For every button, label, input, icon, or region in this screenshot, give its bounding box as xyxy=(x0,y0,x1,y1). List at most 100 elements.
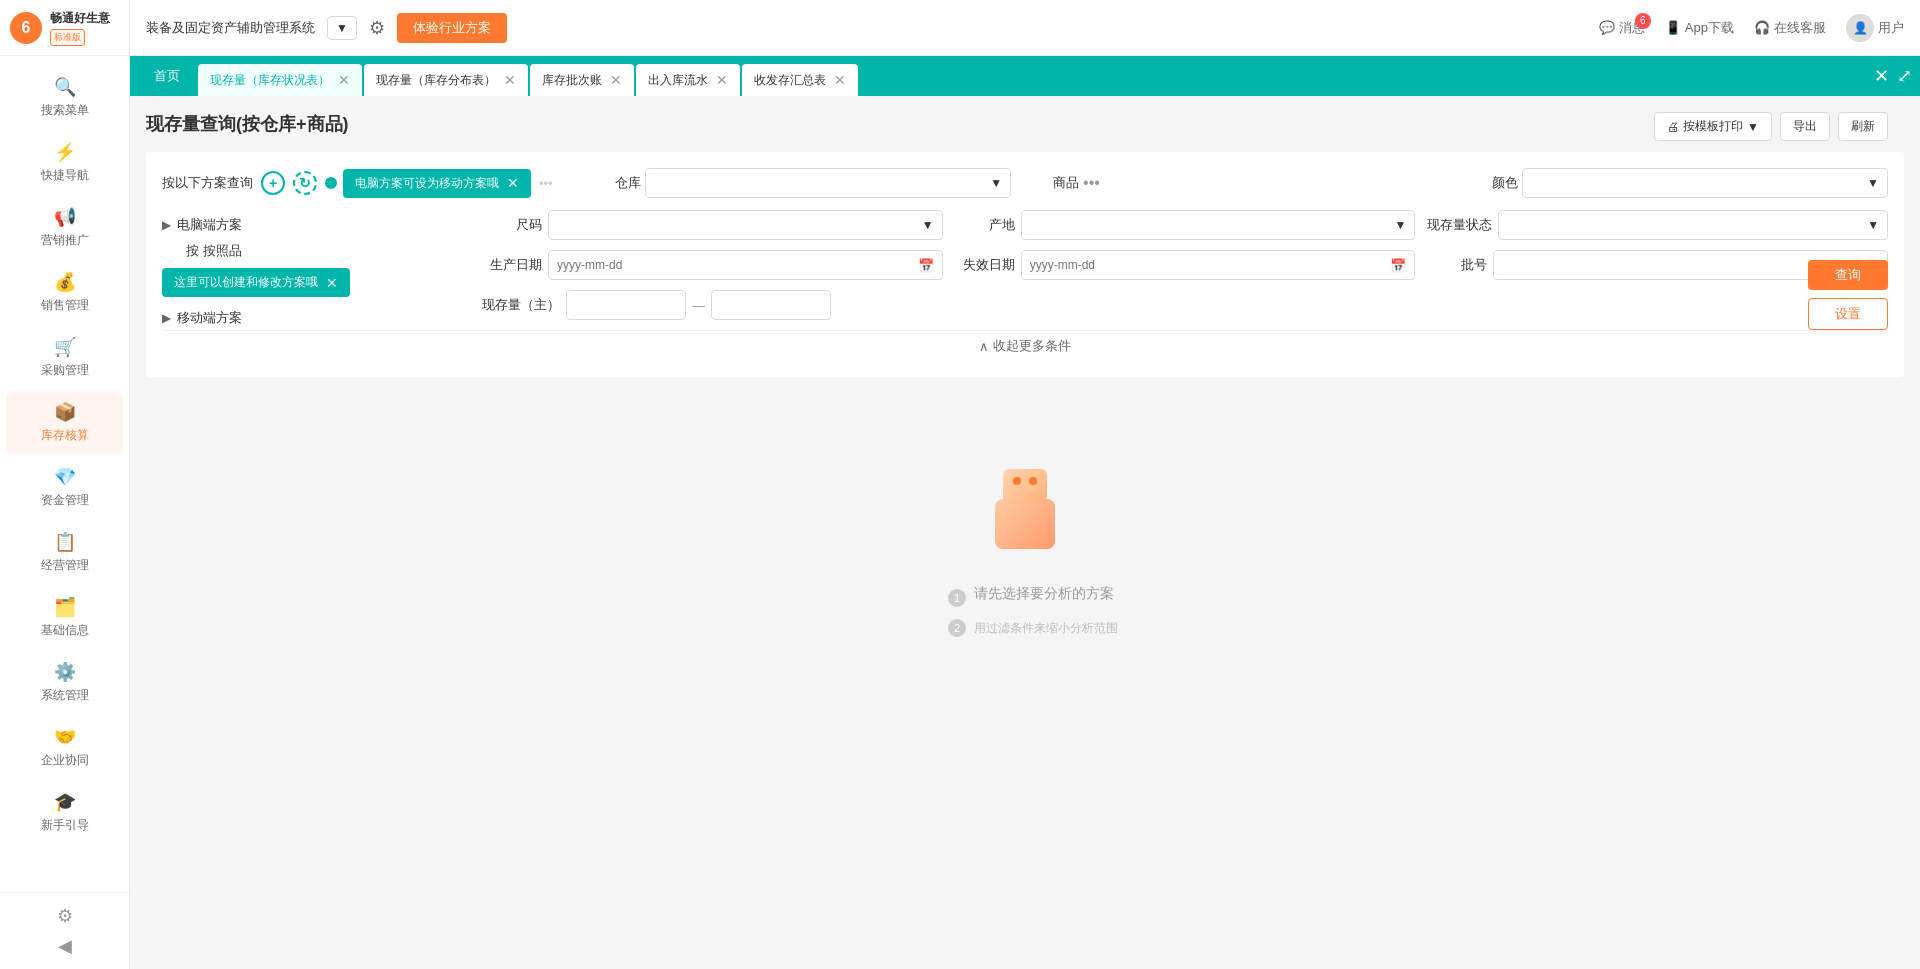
nav-label-operations: 经营管理 xyxy=(41,557,89,574)
tooltip2-box: 这里可以创建和修改方案哦 ✕ xyxy=(162,268,350,297)
production-date-field[interactable] xyxy=(557,258,914,272)
sidebar-item-marketing[interactable]: 📢营销推广 xyxy=(6,196,123,259)
tooltip2-close-btn[interactable]: ✕ xyxy=(326,275,338,291)
header-right: 💬 消息 6 📱 App下载 🎧 在线客服 👤 用户 xyxy=(1599,14,1904,42)
origin-select[interactable]: ▼ xyxy=(1021,210,1416,240)
robot-eye-right xyxy=(1029,477,1037,485)
hint-num-2: 2 xyxy=(948,619,966,637)
tab-现存量库存状况表[interactable]: 现存量（库存状况表）✕ xyxy=(198,64,362,96)
calendar-icon[interactable]: 📅 xyxy=(1390,258,1406,273)
calendar-icon[interactable]: 📅 xyxy=(918,258,934,273)
refresh-btn[interactable]: 刷新 xyxy=(1838,112,1888,141)
tooltip1-area: 电脑方案可设为移动方案哦 ✕ ••• xyxy=(343,169,553,198)
nav-label-purchase: 采购管理 xyxy=(41,362,89,379)
sidebar-item-enterprise[interactable]: 🤝企业协同 xyxy=(6,716,123,779)
top-action-btns: 🖨 按模板打印 ▼ 导出 刷新 xyxy=(1654,112,1888,141)
gear-icon[interactable]: ⚙ xyxy=(369,17,385,39)
sidebar-item-search[interactable]: 🔍搜索菜单 xyxy=(6,66,123,129)
more-conditions-btn[interactable]: ∧ 收起更多条件 xyxy=(162,330,1888,361)
tree-arrow-icon: ▶ xyxy=(162,218,171,232)
sidebar-item-finance[interactable]: 💎资金管理 xyxy=(6,456,123,519)
stock-qty-max[interactable] xyxy=(711,290,831,320)
search-btn[interactable]: 查询 xyxy=(1808,260,1888,290)
tab-close-icon[interactable]: ✕ xyxy=(716,72,728,88)
size-select[interactable]: ▼ xyxy=(548,210,943,240)
app-download-btn[interactable]: 📱 App下载 xyxy=(1665,19,1734,37)
origin-label: 产地 xyxy=(955,216,1015,234)
dropdown-icon: ▼ xyxy=(990,176,1002,190)
tab-home[interactable]: 首页 xyxy=(138,56,196,96)
origin-filter: 产地 ▼ xyxy=(955,210,1416,240)
nav-icon: ⚡ xyxy=(54,141,76,163)
tooltip1-close-btn[interactable]: ✕ xyxy=(507,175,519,191)
color-select[interactable]: ▼ xyxy=(1522,168,1888,198)
filter-row-1: 尺码 ▼ 产地 ▼ 现存量状态 xyxy=(482,210,1888,240)
search-icon: 🔍 xyxy=(54,76,76,98)
tree-mobile-label: 移动端方案 xyxy=(177,309,242,327)
nav-label-system: 系统管理 xyxy=(41,687,89,704)
tree-mobile[interactable]: ▶ 移动端方案 xyxy=(162,305,452,331)
tab-close-all-icon[interactable]: ✕ xyxy=(1874,65,1889,87)
system-icon: ⚙️ xyxy=(54,661,76,683)
tree-desktop[interactable]: ▶ 电脑端方案 xyxy=(162,212,452,238)
tab-现存量库存分布表[interactable]: 现存量（库存分布表） ✕ xyxy=(364,64,528,96)
logo-text-area: 畅通好生意 标准版 xyxy=(50,10,110,46)
refresh-scheme-btn[interactable]: ↻ xyxy=(293,171,317,195)
system-select[interactable]: ▼ xyxy=(327,16,357,40)
tab-库存批次账[interactable]: 库存批次账✕ xyxy=(530,64,634,96)
template-print-btn[interactable]: 🖨 按模板打印 ▼ xyxy=(1654,112,1772,141)
tab-label: 现存量（库存分布表） xyxy=(376,72,496,89)
tab-收发存汇总表[interactable]: 收发存汇总表 ✕ xyxy=(742,64,858,96)
size-filter: 尺码 ▼ xyxy=(482,210,943,240)
expiry-date-field[interactable] xyxy=(1030,258,1387,272)
warehouse-label: 仓库 xyxy=(581,174,641,192)
tree-sub-item1[interactable]: 按 按照品 xyxy=(186,238,452,264)
range-dash: — xyxy=(692,298,705,313)
messages-btn[interactable]: 💬 消息 6 xyxy=(1599,19,1645,37)
sidebar-item-basic[interactable]: 🗂️基础信息 xyxy=(6,586,123,649)
tab-close-icon[interactable]: ✕ xyxy=(338,72,350,88)
settings-icon[interactable]: ⚙ xyxy=(57,905,73,927)
collapse-icon[interactable]: ◀ xyxy=(58,935,72,957)
size-label: 尺码 xyxy=(482,216,542,234)
export-btn[interactable]: 导出 xyxy=(1780,112,1830,141)
hint-num-1: 1 xyxy=(948,589,966,607)
tab-出入库流水[interactable]: 出入库流水✕ xyxy=(636,64,740,96)
online-service-btn[interactable]: 🎧 在线客服 xyxy=(1754,19,1826,37)
robot-eye-left xyxy=(1013,477,1021,485)
user-btn[interactable]: 👤 用户 xyxy=(1846,14,1904,42)
reset-btn[interactable]: 设置 xyxy=(1808,298,1888,330)
empty-state: 1 请先选择要分析的方案 2 用过滤条件来缩小分析范围 xyxy=(146,389,1904,717)
add-scheme-btn[interactable]: + xyxy=(261,171,285,195)
tab-close-icon[interactable]: ✕ xyxy=(834,72,846,88)
system-title: 装备及固定资产辅助管理系统 xyxy=(146,19,315,37)
sidebar-item-sales[interactable]: 💰销售管理 xyxy=(6,261,123,324)
industry-button[interactable]: 体验行业方案 xyxy=(397,13,507,43)
stock-status-select[interactable]: ▼ xyxy=(1498,210,1888,240)
select-arrow: ▼ xyxy=(336,21,348,35)
production-date-input[interactable]: 📅 xyxy=(548,250,943,280)
robot-eyes xyxy=(1003,469,1047,485)
top-header: 装备及固定资产辅助管理系统 ▼ ⚙ 体验行业方案 💬 消息 6 📱 App下载 … xyxy=(130,0,1920,56)
sidebar-item-inventory[interactable]: 📦库存核算 xyxy=(6,391,123,454)
tabs-bar: 首页 现存量（库存状况表）✕现存量（库存分布表）✕库存批次账✕出入库流水✕收发存… xyxy=(130,56,1920,96)
robot-icon xyxy=(985,469,1065,549)
tab-label: 收发存汇总表 xyxy=(754,72,826,89)
query-panel: 按以下方案查询 + ↻ « 电脑方案可设为移动方案哦 ✕ ••• xyxy=(146,152,1904,377)
sales-icon: 💰 xyxy=(54,271,76,293)
tab-maximize-icon[interactable]: ⤢ xyxy=(1897,65,1912,87)
stock-qty-min[interactable] xyxy=(566,290,686,320)
sidebar-item-system[interactable]: ⚙️ 系统管理 xyxy=(6,651,123,714)
sidebar-item-nav[interactable]: ⚡快捷导航 xyxy=(6,131,123,194)
warehouse-select[interactable]: ▼ xyxy=(645,168,1011,198)
tab-close-icon[interactable]: ✕ xyxy=(504,72,516,88)
tab-close-icon[interactable]: ✕ xyxy=(610,72,622,88)
empty-icon xyxy=(965,469,1085,569)
expiry-date-input[interactable]: 📅 xyxy=(1021,250,1416,280)
expiry-date-filter: 失效日期 📅 xyxy=(955,250,1416,280)
sidebar-item-operations[interactable]: 📋经营管理 xyxy=(6,521,123,584)
sidebar-item-purchase[interactable]: 🛒采购管理 xyxy=(6,326,123,389)
sidebar-item-guide[interactable]: 🎓新手引导 xyxy=(6,781,123,844)
query-header: 按以下方案查询 + ↻ « 电脑方案可设为移动方案哦 ✕ ••• xyxy=(162,168,1888,198)
enterprise-icon: 🤝 xyxy=(54,726,76,748)
